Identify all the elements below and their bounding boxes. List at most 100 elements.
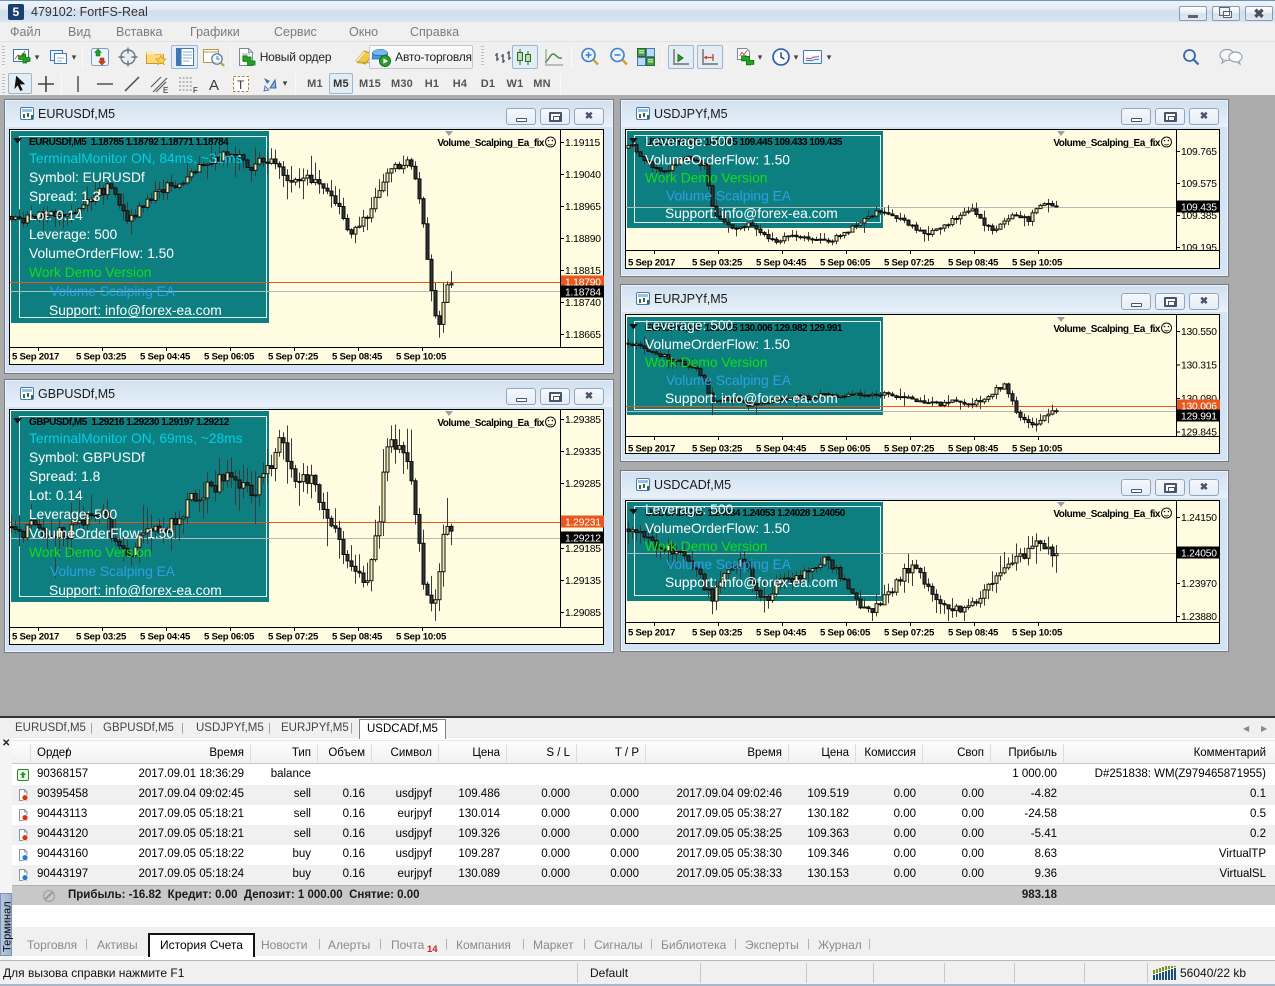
- svg-text:5 Sep 04:45: 5 Sep 04:45: [756, 628, 807, 639]
- svg-text:Leverage: 500: Leverage: 500: [29, 507, 118, 522]
- svg-text:5 Sep 2017: 5 Sep 2017: [12, 352, 59, 363]
- svg-text:Work Demo Version: Work Demo Version: [29, 265, 151, 280]
- svg-text:5 Sep 10:05: 5 Sep 10:05: [1012, 628, 1063, 639]
- svg-text:5 Sep 10:05: 5 Sep 10:05: [1012, 258, 1063, 269]
- svg-text:109.195: 109.195: [1181, 243, 1217, 254]
- svg-text:129.845: 129.845: [1181, 428, 1217, 439]
- svg-text:1.24050: 1.24050: [1181, 549, 1217, 560]
- svg-text:Work Demo Version: Work Demo Version: [645, 355, 767, 370]
- svg-text:Volume Scalping EA: Volume Scalping EA: [50, 564, 176, 579]
- svg-text:5 Sep 10:05: 5 Sep 10:05: [396, 352, 447, 363]
- svg-text:109.765: 109.765: [1181, 147, 1217, 158]
- svg-text:5 Sep 06:05: 5 Sep 06:05: [204, 632, 255, 643]
- svg-text:5 Sep 2017: 5 Sep 2017: [628, 628, 675, 639]
- svg-text:Support: info@forex-ea.com: Support: info@forex-ea.com: [49, 303, 222, 318]
- svg-text:5 Sep 03:25: 5 Sep 03:25: [76, 632, 127, 643]
- svg-text:5 Sep 07:25: 5 Sep 07:25: [884, 444, 935, 455]
- svg-text:Support: info@forex-ea.com: Support: info@forex-ea.com: [49, 583, 222, 598]
- svg-text:E: E: [163, 86, 168, 95]
- svg-text:5 Sep 2017: 5 Sep 2017: [12, 632, 59, 643]
- svg-text:5 Sep 08:45: 5 Sep 08:45: [948, 628, 999, 639]
- svg-text:5 Sep 06:05: 5 Sep 06:05: [820, 258, 871, 269]
- svg-text:1.29231: 1.29231: [565, 518, 601, 529]
- svg-text:5 Sep 03:25: 5 Sep 03:25: [76, 352, 127, 363]
- svg-text:Support: info@forex-ea.com: Support: info@forex-ea.com: [665, 391, 838, 406]
- svg-text:1.23970: 1.23970: [1181, 579, 1217, 590]
- svg-text:Leverage: 500: Leverage: 500: [645, 318, 734, 333]
- svg-text:Work Demo Version: Work Demo Version: [645, 171, 767, 186]
- svg-text:130.550: 130.550: [1181, 327, 1217, 338]
- svg-text:VolumeOrderFlow: 1.50: VolumeOrderFlow: 1.50: [645, 337, 790, 352]
- svg-text:VolumeOrderFlow: 1.50: VolumeOrderFlow: 1.50: [645, 153, 790, 168]
- svg-text:1.29135: 1.29135: [565, 576, 601, 587]
- svg-text:VolumeOrderFlow: 1.50: VolumeOrderFlow: 1.50: [29, 246, 174, 261]
- svg-text:EURUSDf,M5 1.18785 1.18792 1.: EURUSDf,M5 1.18785 1.18792 1.18771 1.187…: [29, 137, 229, 148]
- svg-text:1.18740: 1.18740: [565, 298, 601, 309]
- svg-text:Symbol: EURUSDf: Symbol: EURUSDf: [29, 170, 145, 185]
- svg-text:F: F: [193, 86, 198, 95]
- svg-text:1.29285: 1.29285: [565, 479, 601, 490]
- svg-text:TerminalMonitor ON, 69ms, ~28m: TerminalMonitor ON, 69ms, ~28ms: [29, 431, 243, 446]
- svg-text:Volume_Scalping_Ea_fix: Volume_Scalping_Ea_fix: [1053, 509, 1161, 520]
- svg-text:Lot: 0.14: Lot: 0.14: [29, 208, 83, 223]
- svg-text:1.18665: 1.18665: [565, 330, 601, 341]
- svg-text:5 Sep 08:45: 5 Sep 08:45: [332, 352, 383, 363]
- svg-text:5 Sep 10:05: 5 Sep 10:05: [396, 632, 447, 643]
- svg-text:Work Demo Version: Work Demo Version: [29, 545, 151, 560]
- svg-text:Lot: 0.14: Lot: 0.14: [29, 488, 83, 503]
- svg-text:5 Sep 03:25: 5 Sep 03:25: [692, 444, 743, 455]
- svg-text:5 Sep 10:05: 5 Sep 10:05: [1012, 444, 1063, 455]
- svg-text:1.18784: 1.18784: [565, 288, 601, 299]
- svg-text:Spread: 1.3: Spread: 1.3: [29, 189, 101, 204]
- svg-text:1.29212: 1.29212: [565, 534, 601, 545]
- svg-text:1.19040: 1.19040: [565, 170, 601, 181]
- svg-text:Symbol: GBPUSDf: Symbol: GBPUSDf: [29, 450, 145, 465]
- svg-text:Volume Scalping EA: Volume Scalping EA: [666, 373, 792, 388]
- svg-text:Work Demo Version: Work Demo Version: [645, 539, 767, 554]
- svg-text:1.23880: 1.23880: [1181, 612, 1217, 623]
- svg-text:5 Sep 04:45: 5 Sep 04:45: [140, 352, 191, 363]
- svg-text:5 Sep 04:45: 5 Sep 04:45: [756, 258, 807, 269]
- svg-text:5 Sep 06:05: 5 Sep 06:05: [820, 444, 871, 455]
- svg-text:Spread: 1.8: Spread: 1.8: [29, 469, 101, 484]
- svg-text:5 Sep 07:25: 5 Sep 07:25: [268, 632, 319, 643]
- svg-text:5 Sep 08:45: 5 Sep 08:45: [948, 258, 999, 269]
- svg-text:Leverage: 500: Leverage: 500: [645, 134, 734, 149]
- svg-text:Терминал: Терминал: [2, 901, 14, 952]
- svg-text:Volume_Scalping_Ea_fix: Volume_Scalping_Ea_fix: [437, 418, 545, 429]
- svg-text:5 Sep 03:25: 5 Sep 03:25: [692, 628, 743, 639]
- svg-text:1.24150: 1.24150: [1181, 513, 1217, 524]
- svg-text:A: A: [209, 77, 219, 94]
- svg-text:Volume_Scalping_Ea_fix: Volume_Scalping_Ea_fix: [1053, 324, 1161, 335]
- svg-text:5 Sep 03:25: 5 Sep 03:25: [692, 258, 743, 269]
- svg-text:5 Sep 04:45: 5 Sep 04:45: [756, 444, 807, 455]
- svg-text:Volume_Scalping_Ea_fix: Volume_Scalping_Ea_fix: [437, 138, 545, 149]
- svg-text:GBPUSDf,M5 1.29216 1.29230 1.: GBPUSDf,M5 1.29216 1.29230 1.29197 1.292…: [29, 417, 230, 428]
- svg-text:Volume Scalping EA: Volume Scalping EA: [666, 557, 792, 572]
- svg-text:Support: info@forex-ea.com: Support: info@forex-ea.com: [665, 206, 838, 221]
- svg-text:VolumeOrderFlow: 1.50: VolumeOrderFlow: 1.50: [29, 526, 174, 541]
- svg-text:5 Sep 2017: 5 Sep 2017: [628, 258, 675, 269]
- svg-text:T: T: [237, 78, 245, 92]
- svg-text:5 Sep 06:05: 5 Sep 06:05: [820, 628, 871, 639]
- svg-text:1.29185: 1.29185: [565, 544, 601, 555]
- svg-text:5 Sep 2017: 5 Sep 2017: [628, 444, 675, 455]
- svg-text:Volume Scalping EA: Volume Scalping EA: [50, 284, 176, 299]
- svg-text:109.435: 109.435: [1181, 203, 1217, 214]
- svg-text:5 Sep 07:25: 5 Sep 07:25: [268, 352, 319, 363]
- svg-text:1.18890: 1.18890: [565, 234, 601, 245]
- svg-text:1.29385: 1.29385: [565, 415, 601, 426]
- svg-text:1.29335: 1.29335: [565, 447, 601, 458]
- svg-text:5 Sep 08:45: 5 Sep 08:45: [332, 632, 383, 643]
- svg-text:109.575: 109.575: [1181, 179, 1217, 190]
- svg-text:1.29085: 1.29085: [565, 608, 601, 619]
- svg-text:Support: info@forex-ea.com: Support: info@forex-ea.com: [665, 575, 838, 590]
- svg-text:5 Sep 07:25: 5 Sep 07:25: [884, 258, 935, 269]
- svg-text:5 Sep 04:45: 5 Sep 04:45: [140, 632, 191, 643]
- svg-text:5 Sep 06:05: 5 Sep 06:05: [204, 352, 255, 363]
- svg-text:Leverage: 500: Leverage: 500: [645, 502, 734, 517]
- svg-text:TerminalMonitor ON, 84ms, ~31m: TerminalMonitor ON, 84ms, ~31ms: [29, 151, 243, 166]
- svg-text:5 Sep 07:25: 5 Sep 07:25: [884, 628, 935, 639]
- svg-text:VolumeOrderFlow: 1.50: VolumeOrderFlow: 1.50: [645, 521, 790, 536]
- svg-text:Volume_Scalping_Ea_fix: Volume_Scalping_Ea_fix: [1053, 138, 1161, 149]
